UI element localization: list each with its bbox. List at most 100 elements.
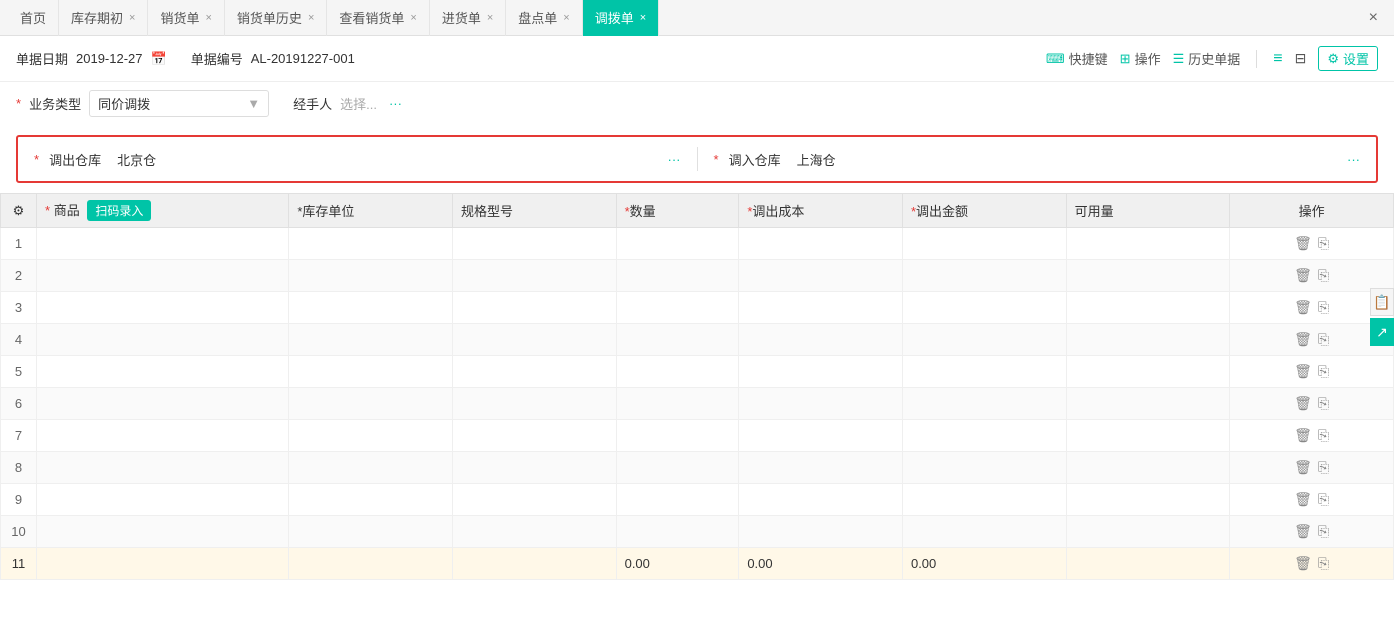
amount-cell[interactable] <box>902 516 1066 548</box>
copy-row-icon[interactable]: ⎘ <box>1318 363 1329 380</box>
tab-view-sales-close[interactable]: × <box>410 12 416 24</box>
product-cell[interactable] <box>37 292 289 324</box>
copy-row-icon[interactable]: ⎘ <box>1318 427 1329 444</box>
qty-cell[interactable] <box>616 420 739 452</box>
avail-cell[interactable] <box>1066 228 1230 260</box>
copy-row-icon[interactable]: ⎘ <box>1318 299 1329 316</box>
tab-purchase[interactable]: 进货单 × <box>430 0 506 36</box>
unit-cell[interactable] <box>289 420 453 452</box>
spec-cell[interactable] <box>452 228 616 260</box>
tab-inventory-init[interactable]: 库存期初 × <box>59 0 148 36</box>
delete-row-icon[interactable]: 🗑 <box>1294 267 1312 284</box>
cost-cell[interactable] <box>739 452 903 484</box>
amount-cell[interactable] <box>902 420 1066 452</box>
copy-icon[interactable]: ⎘ <box>1318 555 1329 572</box>
unit-cell[interactable] <box>289 452 453 484</box>
product-cell[interactable] <box>37 516 289 548</box>
unit-cell[interactable] <box>289 388 453 420</box>
avail-cell[interactable] <box>1066 420 1230 452</box>
history-button[interactable]: ☰ 历史单据 <box>1173 49 1241 68</box>
delete-row-icon[interactable]: 🗑 <box>1294 331 1312 348</box>
delete-icon[interactable]: 🗑 <box>1294 555 1312 572</box>
qty-cell[interactable] <box>616 324 739 356</box>
unit-cell[interactable] <box>289 356 453 388</box>
spec-cell[interactable] <box>452 356 616 388</box>
cost-cell[interactable] <box>739 260 903 292</box>
amount-cell[interactable] <box>902 324 1066 356</box>
product-cell[interactable] <box>37 420 289 452</box>
cost-cell[interactable] <box>739 292 903 324</box>
tab-sales-order-close[interactable]: × <box>205 12 211 24</box>
avail-cell[interactable] <box>1066 452 1230 484</box>
tab-sales-history-close[interactable]: × <box>308 12 314 24</box>
delete-row-icon[interactable]: 🗑 <box>1294 299 1312 316</box>
qty-cell[interactable] <box>616 260 739 292</box>
unit-cell[interactable] <box>289 228 453 260</box>
cost-cell[interactable] <box>739 516 903 548</box>
copy-row-icon[interactable]: ⎘ <box>1318 459 1329 476</box>
copy-row-icon[interactable]: ⎘ <box>1318 235 1329 252</box>
spec-cell[interactable] <box>452 292 616 324</box>
qty-cell[interactable] <box>616 484 739 516</box>
cost-cell[interactable] <box>739 420 903 452</box>
delete-row-icon[interactable]: 🗑 <box>1294 235 1312 252</box>
agent-select[interactable]: 选择... <box>340 94 377 113</box>
right-float-expand-button[interactable]: ↗ <box>1370 318 1394 346</box>
amount-cell[interactable] <box>902 292 1066 324</box>
product-cell[interactable] <box>37 228 289 260</box>
spec-cell[interactable] <box>452 260 616 292</box>
tab-transfer-close[interactable]: × <box>640 12 646 24</box>
avail-cell[interactable] <box>1066 516 1230 548</box>
warehouse-in-more-icon[interactable]: ··· <box>1347 152 1360 167</box>
avail-cell[interactable] <box>1066 356 1230 388</box>
calendar-icon[interactable]: 📅 <box>151 51 167 67</box>
unit-cell[interactable] <box>289 484 453 516</box>
delete-row-icon[interactable]: 🗑 <box>1294 523 1312 540</box>
product-cell[interactable] <box>37 260 289 292</box>
product-cell[interactable] <box>37 356 289 388</box>
qty-cell[interactable] <box>616 228 739 260</box>
amount-cell[interactable] <box>902 484 1066 516</box>
warehouse-out-more-icon[interactable]: ··· <box>668 152 681 167</box>
product-cell[interactable] <box>37 484 289 516</box>
qty-cell[interactable] <box>616 452 739 484</box>
layout-lines-button[interactable]: ≡ <box>1273 50 1282 68</box>
tab-inventory-init-close[interactable]: × <box>129 12 135 24</box>
settings-button[interactable]: ⚙ 设置 <box>1318 46 1378 71</box>
product-cell[interactable] <box>37 452 289 484</box>
amount-cell[interactable] <box>902 452 1066 484</box>
cost-cell[interactable] <box>739 228 903 260</box>
copy-row-icon[interactable]: ⎘ <box>1318 491 1329 508</box>
qty-cell[interactable] <box>616 292 739 324</box>
unit-cell[interactable] <box>289 292 453 324</box>
spec-cell[interactable] <box>452 484 616 516</box>
spec-cell[interactable] <box>452 324 616 356</box>
avail-cell[interactable] <box>1066 324 1230 356</box>
right-float-notes-button[interactable]: 📋 <box>1370 288 1394 316</box>
delete-row-icon[interactable]: 🗑 <box>1294 459 1312 476</box>
tab-view-sales[interactable]: 查看销货单 × <box>327 0 429 36</box>
tab-sales-order[interactable]: 销货单 × <box>148 0 224 36</box>
delete-row-icon[interactable]: 🗑 <box>1294 427 1312 444</box>
unit-cell[interactable] <box>289 324 453 356</box>
product-cell[interactable] <box>37 324 289 356</box>
qty-cell[interactable] <box>616 516 739 548</box>
cost-cell[interactable] <box>739 356 903 388</box>
qty-cell[interactable] <box>616 356 739 388</box>
avail-cell[interactable] <box>1066 260 1230 292</box>
tab-home[interactable]: 首页 <box>8 0 59 36</box>
business-type-select[interactable]: 同价调拨 ▼ <box>89 90 269 117</box>
tab-stocktake[interactable]: 盘点单 × <box>506 0 582 36</box>
copy-row-icon[interactable]: ⎘ <box>1318 523 1329 540</box>
delete-row-icon[interactable]: 🗑 <box>1294 395 1312 412</box>
cost-cell[interactable] <box>739 388 903 420</box>
tab-transfer[interactable]: 调拨单 × <box>583 0 659 36</box>
qty-cell[interactable] <box>616 388 739 420</box>
amount-cell[interactable] <box>902 356 1066 388</box>
tab-purchase-close[interactable]: × <box>487 12 493 24</box>
copy-row-icon[interactable]: ⎘ <box>1318 395 1329 412</box>
tab-bar-close-button[interactable]: × <box>1361 9 1386 27</box>
copy-row-icon[interactable]: ⎘ <box>1318 331 1329 348</box>
spec-cell[interactable] <box>452 420 616 452</box>
avail-cell[interactable] <box>1066 292 1230 324</box>
